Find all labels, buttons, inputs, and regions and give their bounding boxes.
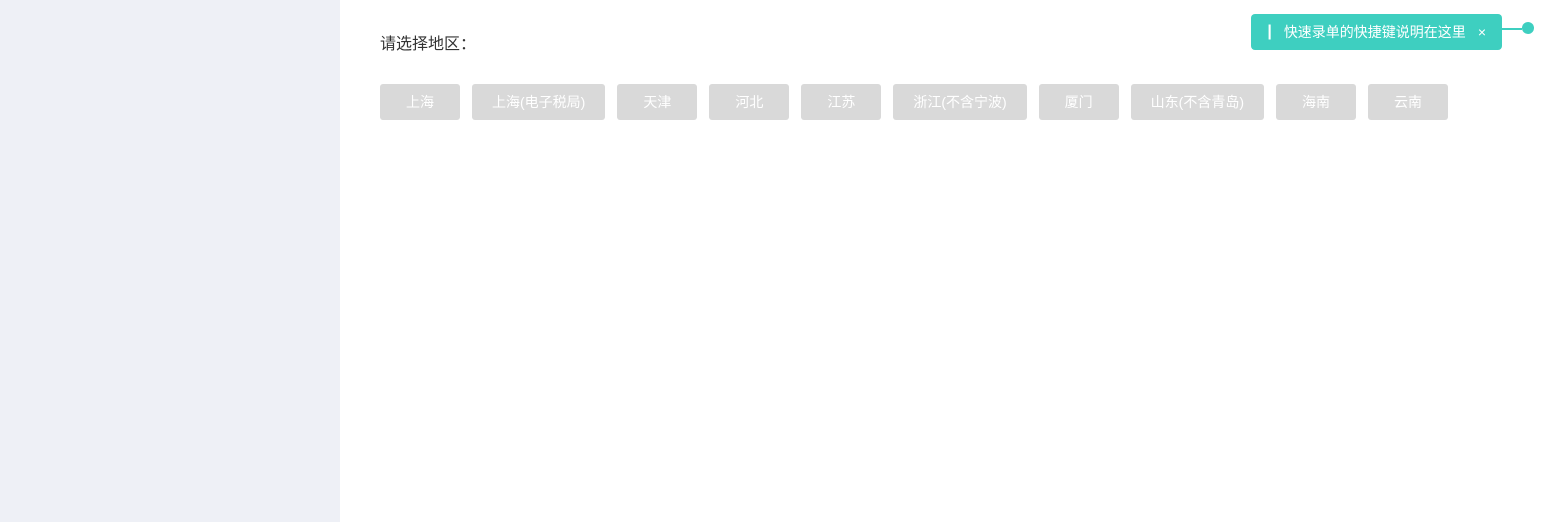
tooltip-line	[1502, 28, 1522, 30]
region-button-2[interactable]: 天津	[617, 84, 697, 120]
region-button-5[interactable]: 浙江(不含宁波)	[893, 84, 1026, 120]
region-buttons: 上海上海(电子税局) 天津河北江苏浙江(不含宁波) 厦门山东(不含青岛) 海南云南	[380, 84, 1522, 120]
sidebar	[0, 0, 340, 522]
tooltip-dot	[1522, 22, 1534, 34]
tooltip-text: 快速录单的快捷键说明在这里	[1284, 22, 1466, 42]
region-button-6[interactable]: 厦门	[1039, 84, 1119, 120]
region-button-0[interactable]: 上海	[380, 84, 460, 120]
tooltip-banner: 快速录单的快捷键说明在这里 ×	[1251, 14, 1502, 50]
region-button-4[interactable]: 江苏	[801, 84, 881, 120]
tooltip-close-button[interactable]: ×	[1478, 24, 1486, 40]
region-button-9[interactable]: 云南	[1368, 84, 1448, 120]
region-button-8[interactable]: 海南	[1276, 84, 1356, 120]
region-button-1[interactable]: 上海(电子税局)	[472, 84, 605, 120]
region-button-3[interactable]: 河北	[709, 84, 789, 120]
main-content: 请选择地区： 上海上海(电子税局)天津河北江苏浙江(不含宁波)厦门山东(不含青岛…	[340, 0, 1562, 522]
region-button-7[interactable]: 山东(不含青岛)	[1131, 84, 1264, 120]
